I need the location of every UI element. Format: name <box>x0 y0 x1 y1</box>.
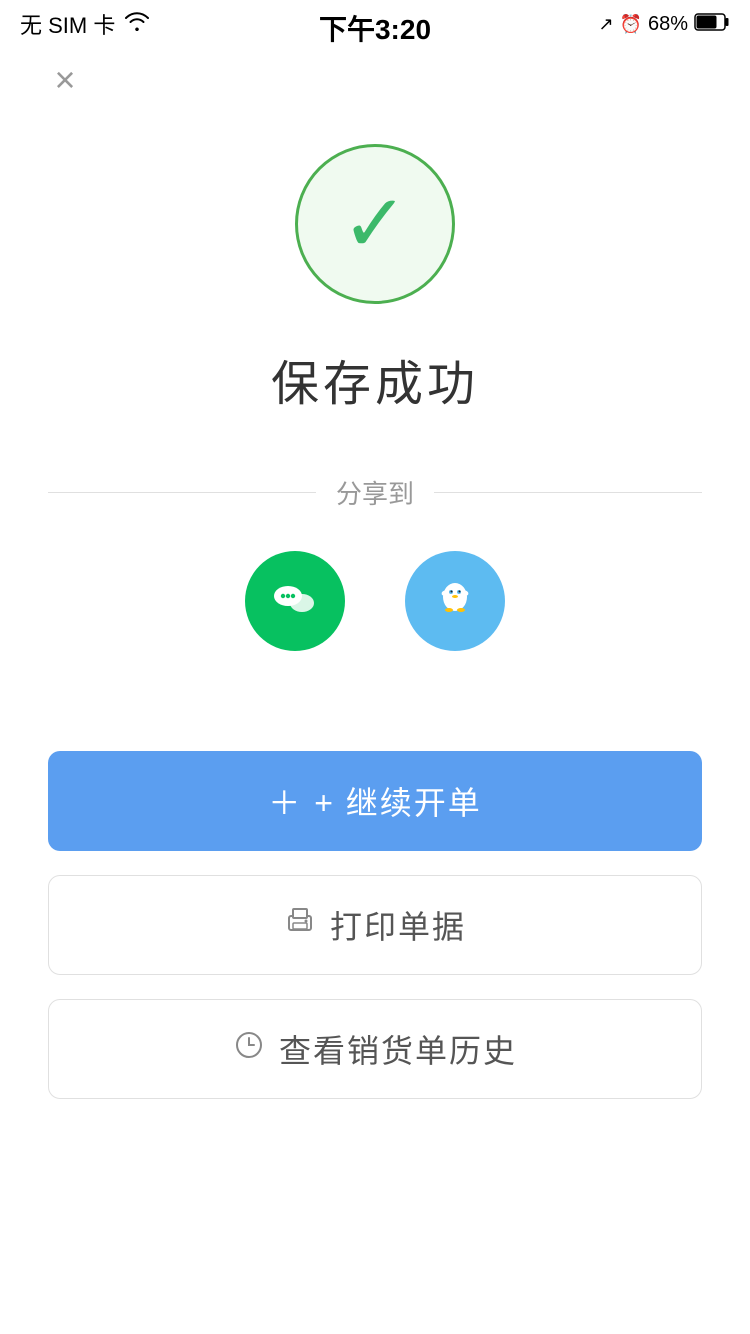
print-button[interactable]: 打印单据 <box>48 875 702 975</box>
share-section: 分享到 <box>48 474 702 671</box>
success-circle: ✓ <box>295 144 455 304</box>
checkmark-icon: ✓ <box>341 184 408 264</box>
print-label: 打印单据 <box>330 902 466 948</box>
alarm-icon: ⏰ <box>620 14 642 35</box>
history-button[interactable]: 查看销货单历史 <box>48 999 702 1099</box>
wifi-icon <box>123 11 151 37</box>
no-sim-label: 无 SIM 卡 <box>20 8 115 40</box>
print-icon <box>284 905 316 945</box>
qq-icon <box>427 571 483 632</box>
close-button[interactable]: × <box>40 55 90 105</box>
share-label: 分享到 <box>316 474 434 511</box>
continue-icon: ＋ <box>268 778 300 824</box>
divider-left <box>48 492 316 493</box>
success-title: 保存成功 <box>271 344 479 414</box>
location-icon: ↗ <box>598 14 613 35</box>
status-bar: 无 SIM 卡 下午3:20 ↗ ⏰ 68% <box>0 0 750 44</box>
main-content: ✓ 保存成功 分享到 <box>0 44 750 1334</box>
wechat-share-button[interactable] <box>245 551 345 651</box>
history-label: 查看销货单历史 <box>279 1026 517 1072</box>
status-right: ↗ ⏰ 68% <box>598 10 730 38</box>
status-left: 无 SIM 卡 <box>20 8 151 40</box>
history-icon <box>233 1029 265 1069</box>
close-icon: × <box>54 62 75 98</box>
continue-button[interactable]: ＋ + 继续开单 <box>48 751 702 851</box>
share-icons <box>48 551 702 651</box>
wechat-icon <box>267 571 323 632</box>
share-divider: 分享到 <box>48 474 702 511</box>
qq-share-button[interactable] <box>405 551 505 651</box>
divider-right <box>434 492 702 493</box>
battery-label: 68% <box>648 13 688 36</box>
status-time: 下午3:20 <box>319 8 431 48</box>
continue-label: + 继续开单 <box>314 778 482 824</box>
battery-icon <box>694 10 730 38</box>
actions: ＋ + 继续开单 打印单据 查看销货单历史 <box>48 731 702 1119</box>
